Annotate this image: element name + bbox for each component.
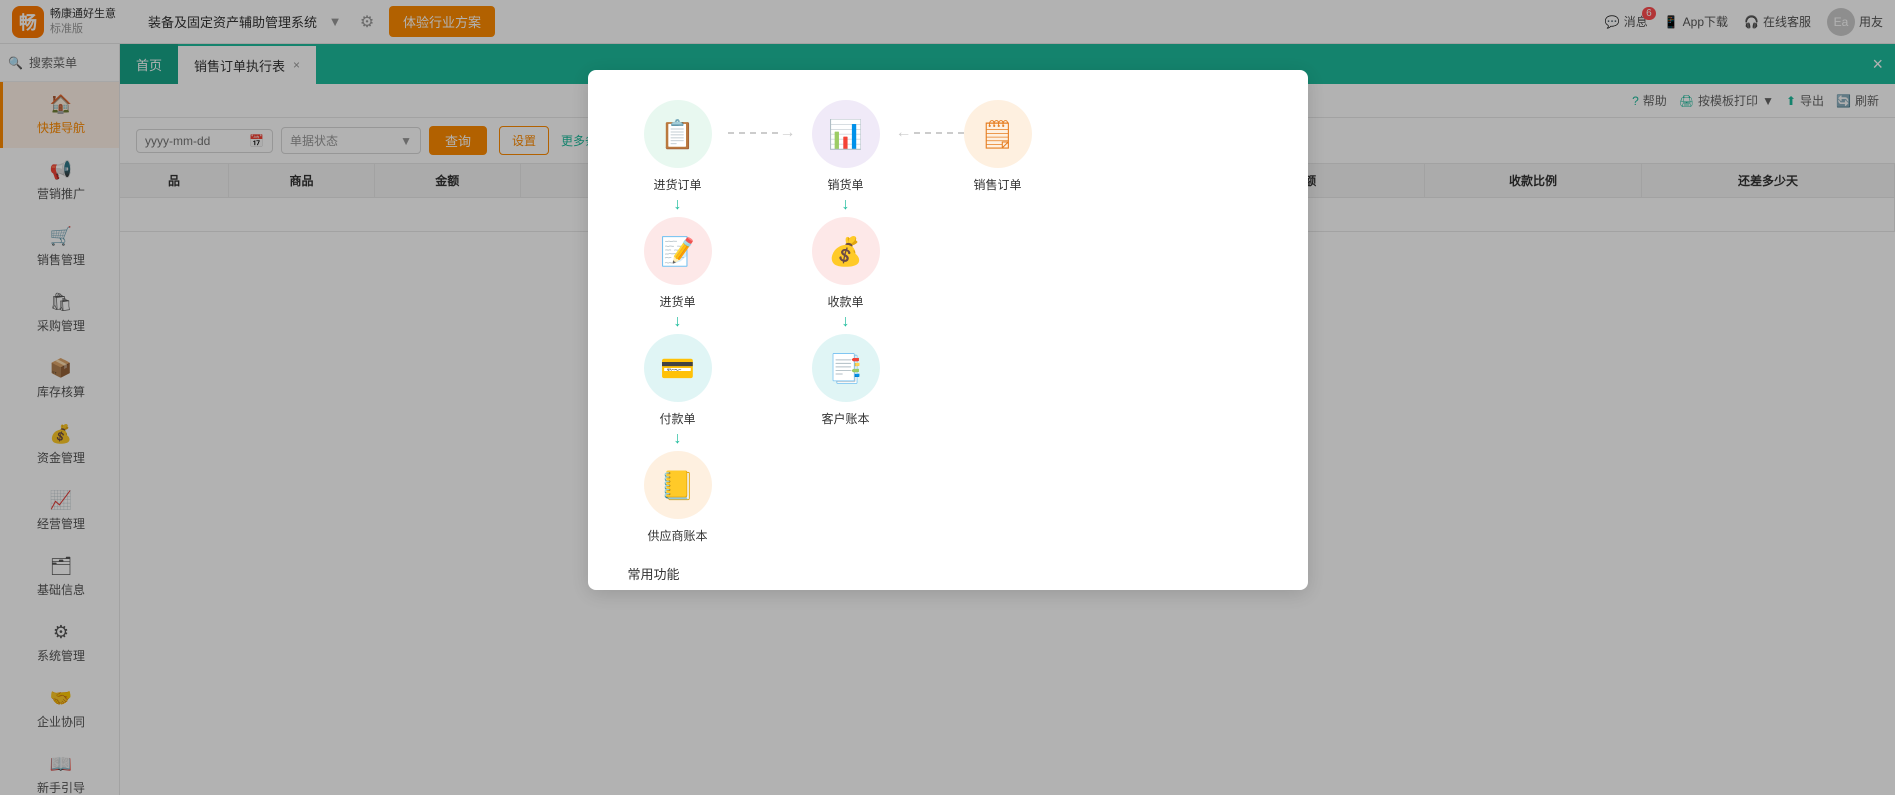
- popup-content: 📋 进货订单 ↓ 📝 进货单 ↓ 💳 付款单 ↓ 📒: [588, 70, 1308, 590]
- sales-order-circle: 🗒: [964, 100, 1032, 168]
- quick-nav-popup: 📋 进货订单 ↓ 📝 进货单 ↓ 💳 付款单 ↓ 📒: [588, 70, 1308, 590]
- common-functions-title: 常用功能: [628, 564, 1268, 583]
- flow-item-receipt[interactable]: 💰 收款单: [812, 217, 880, 310]
- dashed-arrow: →: [728, 124, 796, 142]
- flow-item-sales-bill[interactable]: 📊 销货单: [812, 100, 880, 193]
- purchase-order-circle: 📋: [644, 100, 712, 168]
- supplier-ledger-circle: 📒: [644, 451, 712, 519]
- receipt-circle: 💰: [812, 217, 880, 285]
- flow-item-supplier-ledger[interactable]: 📒 供应商账本: [644, 451, 712, 544]
- flow-col-sales-order: 🗒 销售订单: [964, 100, 1032, 193]
- common-functions-section: 常用功能 商品 往来单位 现存量(库存状况表) 现存量(库存分布表) 销售毛利分…: [628, 564, 1268, 590]
- flow-item-sales-order[interactable]: 🗒 销售订单: [964, 100, 1032, 193]
- h-arrow-right: ←: [896, 100, 964, 142]
- flow-diagram: 📋 进货订单 ↓ 📝 进货单 ↓ 💳 付款单 ↓ 📒: [628, 100, 1268, 544]
- h-arrow-left: →: [728, 100, 796, 142]
- arrow-down-5: ↓: [842, 310, 850, 334]
- arrow-down-1: ↓: [674, 193, 682, 217]
- purchase-bill-circle: 📝: [644, 217, 712, 285]
- dashed-arrow-2: ←: [896, 124, 964, 142]
- payment-circle: 💳: [644, 334, 712, 402]
- flow-col-right: 📊 销货单 ↓ 💰 收款单 ↓ 📑 客户账本: [796, 100, 896, 427]
- flow-item-customer-ledger[interactable]: 📑 客户账本: [812, 334, 880, 427]
- customer-ledger-circle: 📑: [812, 334, 880, 402]
- flow-col-left: 📋 进货订单 ↓ 📝 进货单 ↓ 💳 付款单 ↓ 📒: [628, 100, 728, 544]
- quick-nav-overlay[interactable]: 📋 进货订单 ↓ 📝 进货单 ↓ 💳 付款单 ↓ 📒: [0, 0, 1895, 795]
- arrow-down-3: ↓: [674, 427, 682, 451]
- sales-bill-circle: 📊: [812, 100, 880, 168]
- flow-item-purchase-order[interactable]: 📋 进货订单: [644, 100, 712, 193]
- arrow-down-4: ↓: [842, 193, 850, 217]
- flow-item-payment[interactable]: 💳 付款单: [644, 334, 712, 427]
- arrow-down-2: ↓: [674, 310, 682, 334]
- flow-item-purchase-bill[interactable]: 📝 进货单: [644, 217, 712, 310]
